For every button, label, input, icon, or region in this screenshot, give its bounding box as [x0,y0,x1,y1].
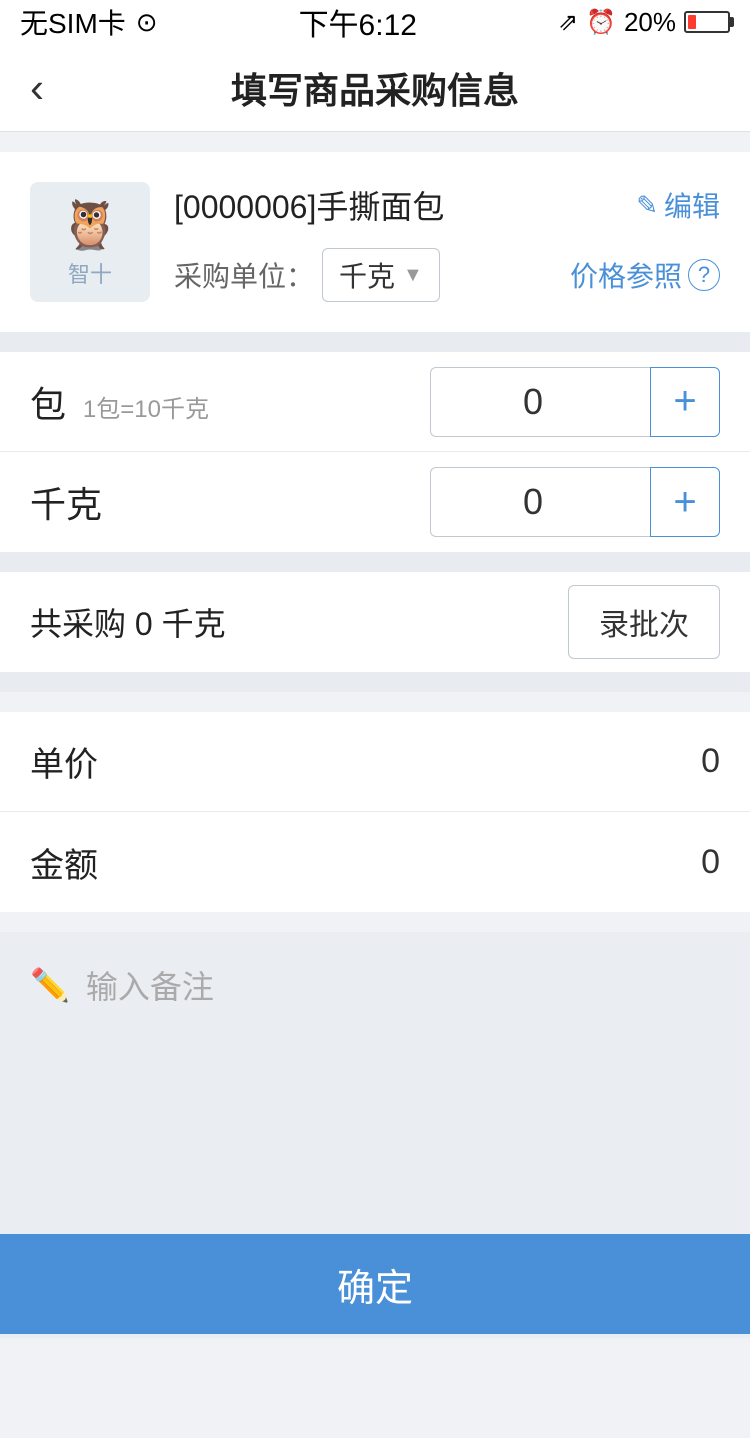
bao-sub-label: 1包=10千克 [83,396,209,423]
section-divider-3 [0,672,750,692]
confirm-label: 确定 [337,1257,413,1312]
battery-fill [688,15,696,29]
wifi-icon: ⊙ [136,7,158,38]
unit-price-label: 单价 [30,737,98,786]
price-section: 单价 0 金额 0 [0,712,750,912]
carrier-label: 无SIM卡 [20,2,126,42]
amount-label: 金额 [30,838,98,887]
status-right: ⇗ ⏰ 20% [558,7,730,38]
amount-row: 金额 0 [0,812,750,912]
product-image-label: 智十 [60,257,120,289]
unit-value: 千克 [339,255,395,295]
total-row: 共采购 0 千克 录批次 [0,572,750,672]
time-label: 下午6:12 [299,0,417,44]
product-name: [0000006]手撕面包 [174,182,444,228]
status-left: 无SIM卡 ⊙ [20,2,158,42]
section-divider-2 [0,552,750,572]
location-icon: ⇗ [558,8,578,37]
status-bar: 无SIM卡 ⊙ 下午6:12 ⇗ ⏰ 20% [0,0,750,44]
unit-select[interactable]: 千克 ▼ [322,248,440,302]
battery-icon [684,11,730,33]
total-label: 共采购 0 千克 [30,599,226,645]
kg-label: 千克 [30,484,102,525]
edit-button[interactable]: ✎ 编辑 [636,185,720,225]
bao-input[interactable] [430,367,650,437]
product-info: [0000006]手撕面包 ✎ 编辑 采购单位： 千克 ▼ 价格参照 ? [174,182,720,302]
confirm-button[interactable]: 确定 [0,1234,750,1334]
unit-price-row: 单价 0 [0,712,750,812]
edit-label: 编辑 [664,185,720,225]
amount-value: 0 [701,843,720,882]
nav-bar: ‹ 填写商品采购信息 [0,44,750,132]
edit-icon: ✎ [636,190,658,221]
quantity-section: 包 1包=10千克 + 千克 + [0,352,750,552]
quantity-row-kg: 千克 + [0,452,750,552]
note-section[interactable]: ✏️ 输入备注 [0,932,750,1038]
bao-plus-button[interactable]: + [650,367,720,437]
product-card: 🦉 智十 [0000006]手撕面包 ✎ 编辑 采购单位： 千克 ▼ 价格参照 … [0,152,750,332]
note-placeholder: 输入备注 [86,962,214,1008]
quantity-row-bao: 包 1包=10千克 + [0,352,750,452]
unit-price-value: 0 [701,742,720,781]
record-batch-button[interactable]: 录批次 [568,585,720,659]
kg-plus-button[interactable]: + [650,467,720,537]
price-ref-label: 价格参照 [570,255,682,295]
unit-prefix-label: 采购单位： [174,255,314,295]
product-thumbnail-icon: 🦉 [60,196,120,253]
info-icon: ? [688,259,720,291]
dropdown-arrow-icon: ▼ [403,264,423,287]
section-divider-1 [0,332,750,352]
battery-percent-label: 20% [624,7,676,38]
alarm-icon: ⏰ [586,8,616,37]
pencil-icon: ✏️ [30,966,70,1004]
back-button[interactable]: ‹ [30,64,44,112]
bao-label: 包 [30,384,66,425]
page-title: 填写商品采购信息 [231,62,519,114]
product-image: 🦉 智十 [30,182,150,302]
price-ref-button[interactable]: 价格参照 ? [570,255,720,295]
kg-input[interactable] [430,467,650,537]
